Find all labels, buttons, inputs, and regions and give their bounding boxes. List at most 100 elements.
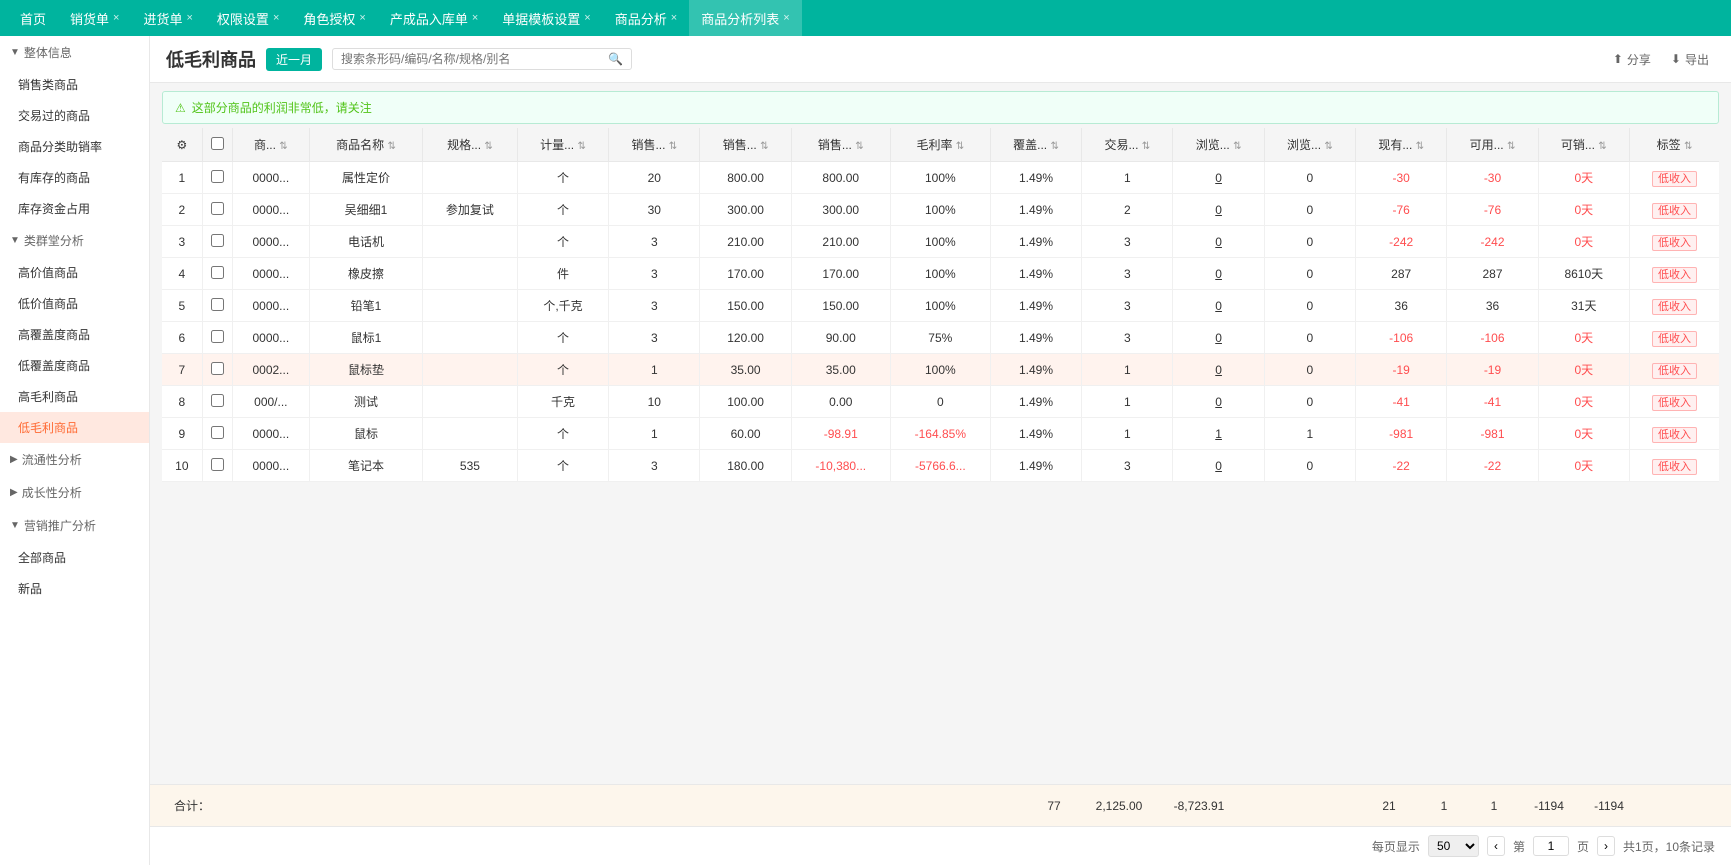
row-available: -19 bbox=[1447, 354, 1538, 386]
nav-role-auth[interactable]: 角色授权 × bbox=[291, 0, 377, 36]
row-checkbox[interactable] bbox=[211, 202, 224, 215]
sidebar-item-new-products[interactable]: 新品 bbox=[0, 573, 149, 604]
row-code: 0000... bbox=[232, 290, 309, 322]
sidebar-item-category-rate[interactable]: 商品分类助销率 bbox=[0, 131, 149, 162]
row-view1[interactable]: 0 bbox=[1173, 162, 1264, 194]
nav-product-analysis[interactable]: 商品分析 × bbox=[603, 0, 689, 36]
row-tag: 低收入 bbox=[1629, 322, 1719, 354]
row-view1[interactable]: 1 bbox=[1173, 418, 1264, 450]
sidebar-item-all-products[interactable]: 全部商品 bbox=[0, 542, 149, 573]
nav-template-settings[interactable]: 单据模板设置 × bbox=[490, 0, 602, 36]
sidebar-item-low-margin[interactable]: 低毛利商品 bbox=[0, 412, 149, 443]
share-button[interactable]: ⬆ 分享 bbox=[1607, 48, 1657, 71]
nav-purchase-order-close[interactable]: × bbox=[186, 12, 192, 24]
row-view1[interactable]: 0 bbox=[1173, 386, 1264, 418]
sidebar-item-high-value[interactable]: 高价值商品 bbox=[0, 257, 149, 288]
sidebar-item-in-stock[interactable]: 有库存的商品 bbox=[0, 162, 149, 193]
row-checkbox[interactable] bbox=[211, 330, 224, 343]
nav-permission-settings[interactable]: 权限设置 × bbox=[205, 0, 291, 36]
row-coverage: 1.49% bbox=[990, 450, 1081, 482]
nav-product-analysis-close[interactable]: × bbox=[671, 12, 677, 24]
row-checkbox[interactable] bbox=[211, 362, 224, 375]
date-filter-button[interactable]: 近一月 bbox=[266, 48, 322, 71]
sidebar-item-low-coverage[interactable]: 低覆盖度商品 bbox=[0, 350, 149, 381]
row-code: 0000... bbox=[232, 226, 309, 258]
row-current-stock: -41 bbox=[1356, 386, 1447, 418]
prev-page-button[interactable]: ‹ bbox=[1487, 836, 1505, 856]
row-checkbox[interactable] bbox=[211, 426, 224, 439]
row-available: 36 bbox=[1447, 290, 1538, 322]
col-coverage: 覆盖... ⇅ bbox=[990, 128, 1081, 162]
nav-sales-order-close[interactable]: × bbox=[113, 12, 119, 24]
sidebar-item-sales-products[interactable]: 销售类商品 bbox=[0, 69, 149, 100]
sidebar-item-capital[interactable]: 库存资金占用 bbox=[0, 193, 149, 224]
row-view2: 0 bbox=[1264, 386, 1355, 418]
row-checkbox[interactable] bbox=[211, 234, 224, 247]
row-checkbox[interactable] bbox=[211, 170, 224, 183]
tag-badge: 低收入 bbox=[1652, 203, 1697, 219]
sidebar-section-flow[interactable]: ▶ 流通性分析 bbox=[0, 443, 149, 476]
search-icon[interactable]: 🔍 bbox=[608, 52, 623, 66]
row-spec bbox=[423, 162, 518, 194]
next-page-button[interactable]: › bbox=[1597, 836, 1615, 856]
row-sales-profit: 0.00 bbox=[791, 386, 890, 418]
tag-badge: 低收入 bbox=[1652, 171, 1697, 187]
nav-product-entry[interactable]: 产成品入库单 × bbox=[378, 0, 490, 36]
table-row: 1 0000... 属性定价 个 20 800.00 800.00 100% 1… bbox=[162, 162, 1719, 194]
per-page-select[interactable]: 50 20 100 bbox=[1428, 835, 1479, 857]
nav-permission-settings-close[interactable]: × bbox=[273, 12, 279, 24]
row-sales-amount: 210.00 bbox=[700, 226, 791, 258]
row-view1[interactable]: 0 bbox=[1173, 354, 1264, 386]
search-input[interactable] bbox=[341, 52, 604, 66]
nav-role-auth-close[interactable]: × bbox=[359, 12, 365, 24]
sidebar-item-high-margin[interactable]: 高毛利商品 bbox=[0, 381, 149, 412]
row-view1[interactable]: 0 bbox=[1173, 450, 1264, 482]
export-button[interactable]: ⬇ 导出 bbox=[1665, 48, 1715, 71]
row-checkbox[interactable] bbox=[211, 394, 224, 407]
section-marketing-arrow: ▼ bbox=[10, 520, 20, 531]
row-checkbox-cell bbox=[202, 226, 232, 258]
row-name: 橡皮擦 bbox=[309, 258, 422, 290]
row-unit: 个 bbox=[517, 322, 608, 354]
row-checkbox[interactable] bbox=[211, 458, 224, 471]
row-view1[interactable]: 0 bbox=[1173, 258, 1264, 290]
nav-product-analysis-list-close[interactable]: × bbox=[783, 12, 789, 24]
sidebar-item-traded-products[interactable]: 交易过的商品 bbox=[0, 100, 149, 131]
row-view1[interactable]: 0 bbox=[1173, 290, 1264, 322]
sidebar-item-low-value[interactable]: 低价值商品 bbox=[0, 288, 149, 319]
col-transaction: 交易... ⇅ bbox=[1082, 128, 1173, 162]
row-view1[interactable]: 0 bbox=[1173, 322, 1264, 354]
row-view1[interactable]: 0 bbox=[1173, 226, 1264, 258]
col-view2: 浏览... ⇅ bbox=[1264, 128, 1355, 162]
row-transaction: 1 bbox=[1082, 386, 1173, 418]
nav-template-settings-close[interactable]: × bbox=[584, 12, 590, 24]
sidebar-section-marketing[interactable]: ▼ 营销推广分析 bbox=[0, 509, 149, 542]
nav-product-entry-close[interactable]: × bbox=[472, 12, 478, 24]
product-table: ⚙ 商... ⇅ 商品名称 ⇅ 规格... ⇅ 计量... ⇅ 销售... ⇅ … bbox=[162, 128, 1719, 482]
col-settings[interactable]: ⚙ bbox=[162, 128, 202, 162]
notice-icon: ⚠ bbox=[175, 101, 186, 115]
sidebar-item-high-coverage[interactable]: 高覆盖度商品 bbox=[0, 319, 149, 350]
table-row: 9 0000... 鼠标 个 1 60.00 -98.91 -164.85% 1… bbox=[162, 418, 1719, 450]
row-checkbox[interactable] bbox=[211, 266, 224, 279]
row-spec bbox=[423, 258, 518, 290]
page-input[interactable] bbox=[1533, 836, 1569, 856]
row-spec bbox=[423, 322, 518, 354]
select-all-checkbox[interactable] bbox=[211, 137, 224, 150]
row-name: 吴细细1 bbox=[309, 194, 422, 226]
total-sales-profit: -8,723.91 bbox=[1159, 799, 1239, 813]
nav-purchase-order[interactable]: 进货单 × bbox=[131, 0, 204, 36]
nav-sales-order[interactable]: 销货单 × bbox=[58, 0, 131, 36]
sidebar-section-overall[interactable]: ▼ 整体信息 bbox=[0, 36, 149, 69]
row-tag: 低收入 bbox=[1629, 386, 1719, 418]
nav-home[interactable]: 首页 bbox=[8, 0, 58, 36]
nav-product-analysis-list[interactable]: 商品分析列表 × bbox=[689, 0, 801, 36]
row-view1[interactable]: 0 bbox=[1173, 194, 1264, 226]
row-sales-qty: 3 bbox=[609, 450, 700, 482]
sidebar-section-cluster[interactable]: ▼ 类群堂分析 bbox=[0, 224, 149, 257]
row-saleable: 0天 bbox=[1538, 322, 1629, 354]
row-sales-qty: 3 bbox=[609, 322, 700, 354]
row-checkbox[interactable] bbox=[211, 298, 224, 311]
sidebar-section-growth[interactable]: ▶ 成长性分析 bbox=[0, 476, 149, 509]
row-gross-margin: -164.85% bbox=[890, 418, 990, 450]
